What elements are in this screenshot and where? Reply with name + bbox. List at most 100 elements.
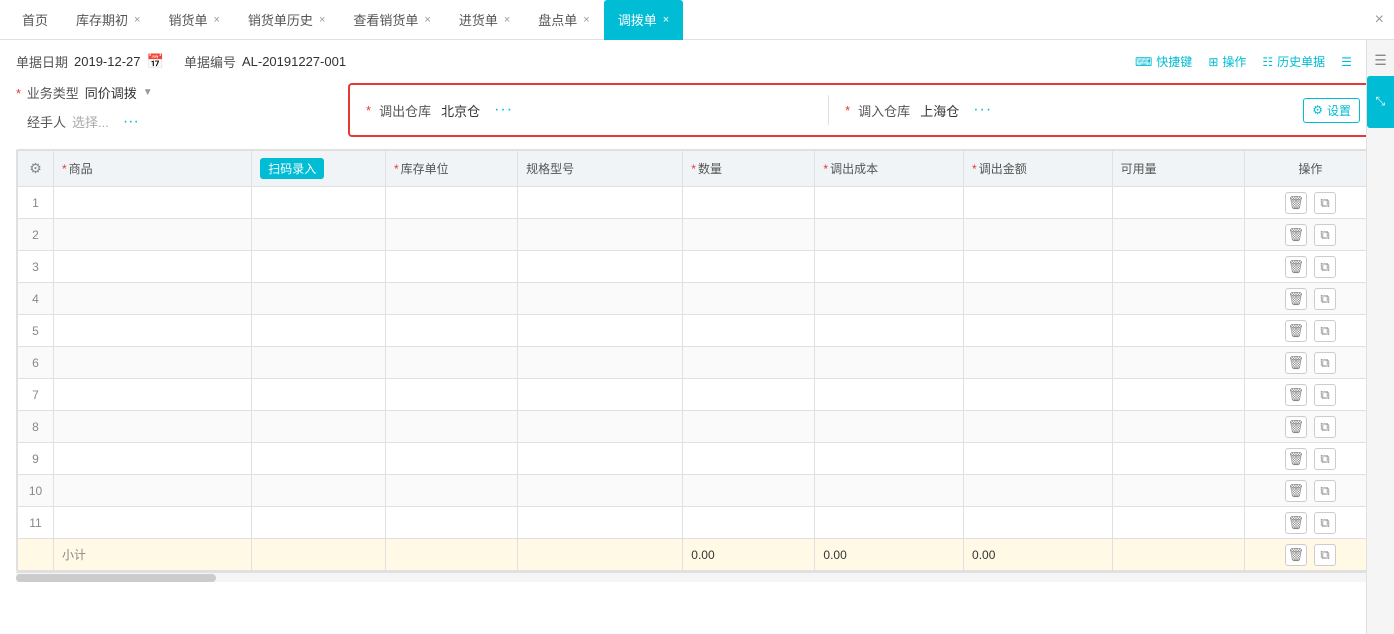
copy-row-button[interactable]: ⧉ (1314, 512, 1336, 534)
row-avail[interactable] (1112, 347, 1244, 379)
sidebar-list-button[interactable]: ☰ (1369, 48, 1393, 72)
delete-row-button[interactable]: 🗑 (1285, 448, 1307, 470)
tab-stocktake[interactable]: 盘点单 × (524, 0, 603, 40)
row-qty[interactable] (683, 507, 815, 539)
row-amount[interactable] (964, 507, 1113, 539)
row-unit[interactable] (385, 443, 517, 475)
row-unit[interactable] (385, 219, 517, 251)
row-goods[interactable] (54, 475, 252, 507)
row-spec[interactable] (518, 347, 683, 379)
row-avail[interactable] (1112, 187, 1244, 219)
row-spec[interactable] (518, 475, 683, 507)
row-spec[interactable] (518, 315, 683, 347)
copy-row-button[interactable]: ⧉ (1314, 256, 1336, 278)
warehouse-out-dots-button[interactable]: ··· (494, 101, 513, 119)
row-unit[interactable] (385, 379, 517, 411)
row-qty[interactable] (683, 379, 815, 411)
settings-button[interactable]: ⚙ 设置 (1303, 98, 1360, 123)
tab-view-sales[interactable]: 查看销货单 × (339, 0, 444, 40)
tab-close-sales-history[interactable]: × (319, 14, 325, 26)
row-qty[interactable] (683, 283, 815, 315)
copy-row-button[interactable]: ⧉ (1314, 320, 1336, 342)
col-header-settings[interactable]: ⚙ (18, 151, 54, 187)
row-qty[interactable] (683, 187, 815, 219)
tab-close-purchase[interactable]: × (504, 14, 510, 26)
row-goods[interactable] (54, 347, 252, 379)
tab-close-stocktake[interactable]: × (583, 14, 589, 26)
row-goods[interactable] (54, 251, 252, 283)
row-amount[interactable] (964, 283, 1113, 315)
row-cost[interactable] (815, 507, 964, 539)
row-spec[interactable] (518, 507, 683, 539)
operations-button[interactable]: ⊞ 操作 (1208, 53, 1246, 70)
row-spec[interactable] (518, 443, 683, 475)
row-spec[interactable] (518, 187, 683, 219)
person-dots-button[interactable]: ··· (123, 113, 139, 131)
row-spec[interactable] (518, 219, 683, 251)
business-type-select[interactable]: 同价调拨 ▼ (85, 83, 153, 102)
view-toggle-list[interactable]: ☰ (1341, 55, 1352, 69)
row-amount[interactable] (964, 443, 1113, 475)
row-cost[interactable] (815, 379, 964, 411)
tab-close-transfer[interactable]: × (663, 14, 669, 26)
row-spec[interactable] (518, 283, 683, 315)
row-unit[interactable] (385, 347, 517, 379)
row-cost[interactable] (815, 411, 964, 443)
copy-row-button[interactable]: ⧉ (1314, 448, 1336, 470)
tab-close-sales-order[interactable]: × (213, 14, 219, 26)
delete-row-button[interactable]: 🗑 (1285, 480, 1307, 502)
row-qty[interactable] (683, 475, 815, 507)
row-goods[interactable] (54, 187, 252, 219)
row-cost[interactable] (815, 315, 964, 347)
delete-row-button[interactable]: 🗑 (1285, 352, 1307, 374)
row-qty[interactable] (683, 347, 815, 379)
row-qty[interactable] (683, 315, 815, 347)
row-goods[interactable] (54, 315, 252, 347)
row-amount[interactable] (964, 411, 1113, 443)
row-amount[interactable] (964, 251, 1113, 283)
row-goods[interactable] (54, 379, 252, 411)
row-unit[interactable] (385, 507, 517, 539)
row-avail[interactable] (1112, 283, 1244, 315)
copy-row-button[interactable]: ⧉ (1314, 352, 1336, 374)
scrollbar-thumb[interactable] (16, 574, 216, 582)
tab-purchase[interactable]: 进货单 × (445, 0, 524, 40)
row-goods[interactable] (54, 283, 252, 315)
row-unit[interactable] (385, 251, 517, 283)
row-qty[interactable] (683, 219, 815, 251)
copy-row-button[interactable]: ⧉ (1314, 416, 1336, 438)
row-avail[interactable] (1112, 219, 1244, 251)
window-close-button[interactable]: × (1375, 11, 1384, 29)
sidebar-expand-button[interactable]: ⤢ (1367, 76, 1394, 128)
copy-row-button[interactable]: ⧉ (1314, 224, 1336, 246)
row-cost[interactable] (815, 251, 964, 283)
tab-close-view-sales[interactable]: × (424, 14, 430, 26)
row-cost[interactable] (815, 219, 964, 251)
row-goods[interactable] (54, 219, 252, 251)
tab-close-inventory-init[interactable]: × (134, 14, 140, 26)
shortcuts-button[interactable]: ⌨ 快捷键 (1135, 53, 1192, 70)
row-qty[interactable] (683, 251, 815, 283)
row-amount[interactable] (964, 219, 1113, 251)
row-cost[interactable] (815, 475, 964, 507)
row-spec[interactable] (518, 379, 683, 411)
row-goods[interactable] (54, 411, 252, 443)
row-cost[interactable] (815, 347, 964, 379)
row-amount[interactable] (964, 475, 1113, 507)
tab-transfer[interactable]: 调拨单 × (604, 0, 683, 40)
row-amount[interactable] (964, 315, 1113, 347)
row-spec[interactable] (518, 251, 683, 283)
copy-row-button[interactable]: ⧉ (1314, 480, 1336, 502)
row-cost[interactable] (815, 283, 964, 315)
row-unit[interactable] (385, 187, 517, 219)
copy-row-button[interactable]: ⧉ (1314, 384, 1336, 406)
tab-sales-history[interactable]: 销货单历史 × (234, 0, 339, 40)
row-qty[interactable] (683, 443, 815, 475)
row-avail[interactable] (1112, 507, 1244, 539)
column-settings-icon[interactable]: ⚙ (29, 160, 42, 176)
subtotal-delete-button[interactable]: 🗑 (1285, 544, 1307, 566)
row-goods[interactable] (54, 443, 252, 475)
calendar-icon[interactable]: 📅 (147, 53, 164, 70)
row-amount[interactable] (964, 187, 1113, 219)
delete-row-button[interactable]: 🗑 (1285, 320, 1307, 342)
